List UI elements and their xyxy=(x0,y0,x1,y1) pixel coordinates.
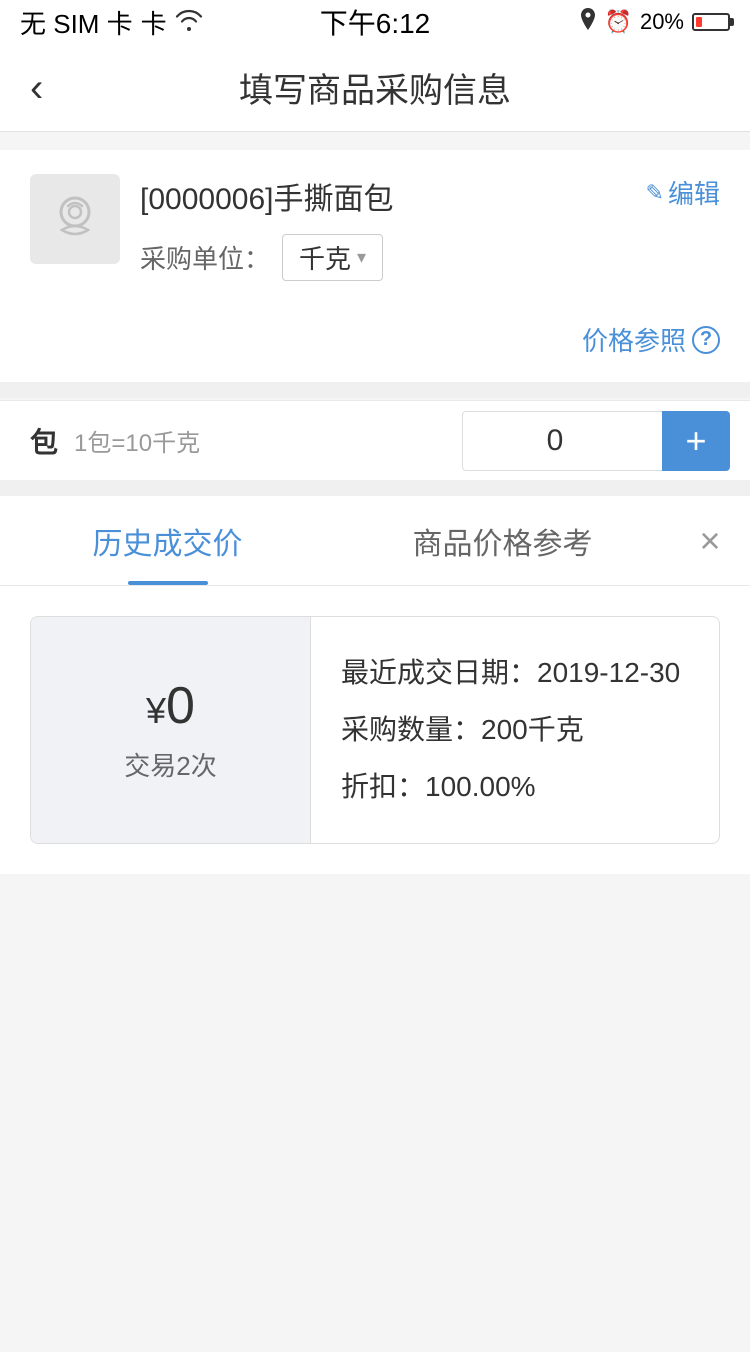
quantity-row: 包 1包=10千克 + xyxy=(0,400,750,480)
back-button[interactable]: ‹ xyxy=(30,68,43,108)
price-info-area: ¥0 交易2次 最近成交日期：2019-12-30 采购数量：200千克 折扣：… xyxy=(0,586,750,874)
edit-label: 编辑 xyxy=(668,174,720,211)
quantity-label-area: 包 1包=10千克 xyxy=(0,421,462,461)
edit-button[interactable]: ✎ 编辑 xyxy=(646,174,720,211)
price-ref-button[interactable]: 价格参照 ? xyxy=(582,321,720,358)
status-time: 下午6:12 xyxy=(320,2,431,42)
purchase-qty-row: 采购数量：200千克 xyxy=(341,710,689,749)
tab-history-price[interactable]: 历史成交价 xyxy=(0,496,335,585)
status-bar: 无 SIM 卡 卡 下午6:12 ⏰ 20% xyxy=(0,0,750,44)
main-content: [0000006]手撕面包 采购单位： 千克 ▾ ✎ 编辑 价格参照 xyxy=(0,150,750,1352)
info-icon: ? xyxy=(692,326,720,354)
status-right: ⏰ 20% xyxy=(579,8,730,36)
unit-select[interactable]: 千克 ▾ xyxy=(282,234,383,281)
tab-active-indicator xyxy=(128,581,208,585)
price-trades: 交易2次 xyxy=(124,746,216,783)
yen-symbol: ¥ xyxy=(146,690,166,731)
discount-label: 折扣： xyxy=(341,771,425,802)
tab-history-label: 历史成交价 xyxy=(93,519,243,563)
section-divider xyxy=(0,382,750,398)
price-value: 0 xyxy=(166,677,195,735)
carrier-text: 无 SIM 卡 xyxy=(20,4,133,41)
location-icon xyxy=(579,8,597,36)
tab-price-ref-label: 商品价格参考 xyxy=(413,519,593,563)
product-thumbnail xyxy=(30,174,120,264)
status-left: 无 SIM 卡 卡 xyxy=(20,4,203,41)
tab-bar: 历史成交价 商品价格参考 × xyxy=(0,496,750,586)
purchase-qty-label: 采购数量： xyxy=(341,714,481,745)
recent-date-row: 最近成交日期：2019-12-30 xyxy=(341,653,689,692)
quantity-plus-button[interactable]: + xyxy=(662,411,730,471)
bag-unit-info: 1包=10千克 xyxy=(74,423,200,458)
discount-row: 折扣：100.00% xyxy=(341,767,689,806)
clock-icon: ⏰ xyxy=(605,9,632,35)
discount-value: 100.00% xyxy=(425,771,536,802)
unit-label: 采购单位： xyxy=(140,239,270,276)
unit-value: 千克 xyxy=(299,239,351,276)
close-icon: × xyxy=(699,520,720,562)
price-amount: ¥0 xyxy=(146,676,195,736)
quantity-input-area: + xyxy=(462,411,750,471)
product-details: [0000006]手撕面包 采购单位： 千克 ▾ xyxy=(140,174,646,281)
product-info: [0000006]手撕面包 采购单位： 千克 ▾ xyxy=(30,174,646,281)
product-card: [0000006]手撕面包 采购单位： 千克 ▾ ✎ 编辑 价格参照 xyxy=(0,150,750,382)
quantity-input[interactable] xyxy=(462,411,662,471)
price-card: ¥0 交易2次 最近成交日期：2019-12-30 采购数量：200千克 折扣：… xyxy=(30,616,720,844)
tab-section: 历史成交价 商品价格参考 × ¥0 交易2次 xyxy=(0,496,750,874)
battery-icon xyxy=(692,13,730,31)
product-unit-row: 采购单位： 千克 ▾ xyxy=(140,234,646,281)
purchase-qty-value: 200千克 xyxy=(481,714,584,745)
section-divider-2 xyxy=(0,480,750,496)
recent-date-label: 最近成交日期： xyxy=(341,657,537,688)
chevron-down-icon: ▾ xyxy=(357,247,366,268)
price-ref-label: 价格参照 xyxy=(582,321,686,358)
nav-bar: ‹ 填写商品采购信息 xyxy=(0,44,750,132)
sim-card-icon: 卡 xyxy=(141,4,167,41)
product-bottom-row: 价格参照 ? xyxy=(30,301,720,358)
tab-close-button[interactable]: × xyxy=(670,501,750,581)
page-title: 填写商品采购信息 xyxy=(239,63,511,112)
price-detail-section: 最近成交日期：2019-12-30 采购数量：200千克 折扣：100.00% xyxy=(311,617,719,843)
edit-icon: ✎ xyxy=(646,180,664,206)
recent-date-value: 2019-12-30 xyxy=(537,657,680,688)
wifi-icon xyxy=(175,7,203,38)
quantity-section: 包 1包=10千克 + xyxy=(0,400,750,480)
battery-percent: 20% xyxy=(640,9,684,35)
product-header: [0000006]手撕面包 采购单位： 千克 ▾ ✎ 编辑 xyxy=(30,174,720,281)
product-name: [0000006]手撕面包 xyxy=(140,174,646,218)
tab-price-ref[interactable]: 商品价格参考 xyxy=(335,496,670,585)
bag-icon: 包 xyxy=(30,421,58,461)
price-amount-section: ¥0 交易2次 xyxy=(31,617,311,843)
